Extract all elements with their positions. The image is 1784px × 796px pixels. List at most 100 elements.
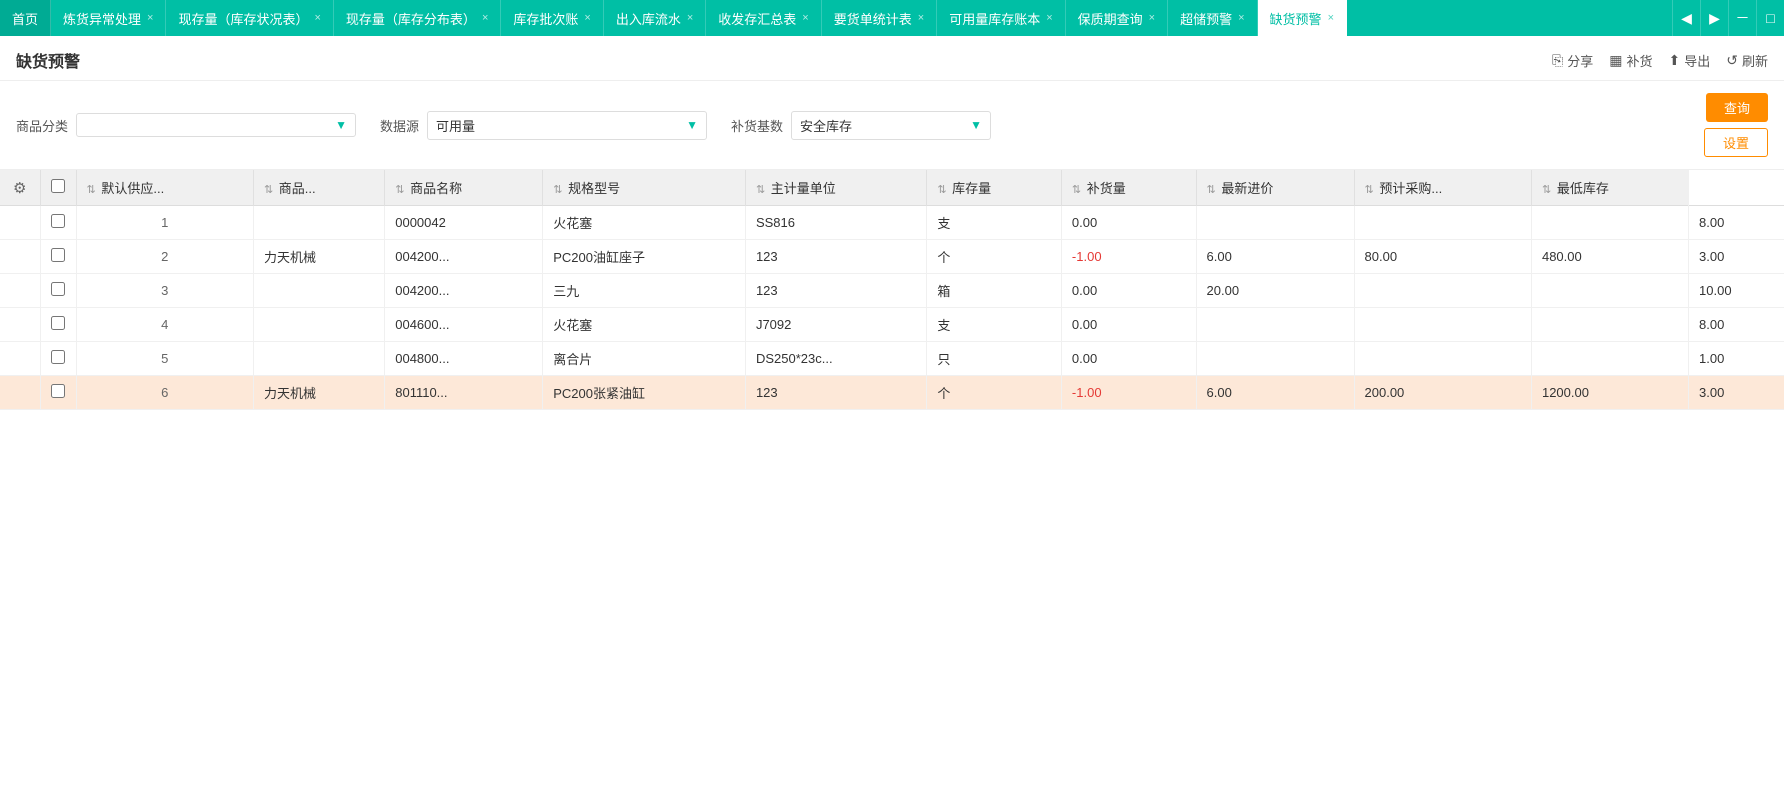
th-latest-price-label: 最新进价 [1221, 181, 1273, 196]
nav-minimize-btn[interactable]: － [1728, 0, 1756, 36]
select-all-checkbox[interactable] [51, 179, 65, 193]
header-actions: ⎘ 分享 ▦ 补货 ⬆ 导出 ↺ 刷新 [1552, 51, 1768, 70]
row-gear-cell [0, 342, 40, 376]
row-cb-cell [40, 274, 76, 308]
stock-sort-icon[interactable]: ⇅ [937, 184, 946, 196]
row-num-3: 4 [76, 308, 253, 342]
row-spec-3: J7092 [745, 308, 926, 342]
supplier-sort-icon[interactable]: ⇅ [87, 184, 96, 196]
export-label: 导出 [1684, 51, 1710, 70]
th-restock: ⇅ 补货量 [1061, 170, 1196, 206]
nav-item-lianhuo[interactable]: 炼货异常处理 × [51, 0, 166, 36]
nav-close-shoufacun[interactable]: × [802, 12, 808, 24]
restock-base-select[interactable]: 安全库存 ▼ [791, 111, 991, 140]
nav-item-quehuo[interactable]: 缺货预警 × [1258, 0, 1347, 36]
est-purchase-sort-icon[interactable]: ⇅ [1365, 184, 1374, 196]
row-cb-cell [40, 376, 76, 410]
th-latest-price: ⇅ 最新进价 [1196, 170, 1354, 206]
nav-item-home[interactable]: 首页 [0, 0, 51, 36]
nav-item-chaochuyujing-label: 超储预警 [1180, 9, 1232, 28]
category-chevron-icon: ▼ [335, 118, 347, 132]
nav-item-baozhi[interactable]: 保质期查询 × [1066, 0, 1168, 36]
nav-item-liushui[interactable]: 出入库流水 × [604, 0, 706, 36]
nav-item-xiancunliang1-label: 现存量（库存状况表） [178, 9, 308, 28]
table-row: 1 0000042 火花塞 SS816 支 0.00 8.00 [0, 206, 1784, 240]
filter-actions: 查询 设置 [1704, 93, 1768, 157]
unit-sort-icon[interactable]: ⇅ [756, 184, 765, 196]
row-spec-1: 123 [745, 240, 926, 274]
th-supplier-label: 默认供应... [101, 181, 164, 196]
product-code-sort-icon[interactable]: ⇅ [264, 184, 273, 196]
nav-close-yaohuo[interactable]: × [918, 12, 924, 24]
nav-close-kucun[interactable]: × [584, 12, 590, 24]
row-gear-cell [0, 240, 40, 274]
product-name-sort-icon[interactable]: ⇅ [395, 184, 404, 196]
row-latest-price-5: 200.00 [1354, 376, 1531, 410]
row-checkbox-2[interactable] [51, 282, 65, 296]
th-stock: ⇅ 库存量 [927, 170, 1062, 206]
latest-price-sort-icon[interactable]: ⇅ [1207, 184, 1216, 196]
nav-item-baozhi-label: 保质期查询 [1078, 9, 1143, 28]
query-btn[interactable]: 查询 [1706, 93, 1768, 122]
nav-close-lianhuo[interactable]: × [147, 12, 153, 24]
min-stock-sort-icon[interactable]: ⇅ [1542, 184, 1551, 196]
row-min-stock-3: 8.00 [1689, 308, 1784, 342]
nav-item-xiancunliang2[interactable]: 现存量（库存分布表） × [334, 0, 501, 36]
table-row: 6 力天机械 801110... PC200张紧油缸 123 个 -1.00 6… [0, 376, 1784, 410]
row-spec-4: DS250*23c... [745, 342, 926, 376]
nav-close-xiancunliang2[interactable]: × [482, 12, 488, 24]
nav-item-keyongliang[interactable]: 可用量库存账本 × [937, 0, 1065, 36]
datasource-select[interactable]: 可用量 ▼ [427, 111, 707, 140]
category-select[interactable]: ▼ [76, 113, 356, 137]
row-restock-5: 6.00 [1196, 376, 1354, 410]
restock-base-value: 安全库存 [800, 116, 852, 135]
row-supplier-5: 力天机械 [253, 376, 384, 410]
row-checkbox-0[interactable] [51, 214, 65, 228]
row-checkbox-1[interactable] [51, 248, 65, 262]
nav-close-liushui[interactable]: × [687, 12, 693, 24]
settings-btn[interactable]: 设置 [1704, 128, 1768, 157]
row-stock-3: 0.00 [1061, 308, 1196, 342]
nav-close-quehuo[interactable]: × [1328, 12, 1334, 24]
row-supplier-1: 力天机械 [253, 240, 384, 274]
nav-item-xiancunliang1[interactable]: 现存量（库存状况表） × [166, 0, 333, 36]
nav-item-liushui-label: 出入库流水 [616, 9, 681, 28]
row-checkbox-3[interactable] [51, 316, 65, 330]
row-unit-4: 只 [927, 342, 1062, 376]
nav-next-btn[interactable]: ▶ [1700, 0, 1728, 36]
settings-gear-icon[interactable]: ⚙ [13, 180, 26, 197]
restock-base-chevron-icon: ▼ [970, 118, 982, 132]
row-product-code-1: 004200... [385, 240, 543, 274]
nav-close-chaochuyujing[interactable]: × [1238, 12, 1244, 24]
row-est-purchase-3 [1531, 308, 1688, 342]
row-unit-0: 支 [927, 206, 1062, 240]
share-btn[interactable]: ⎘ 分享 [1552, 51, 1593, 70]
row-num-0: 1 [76, 206, 253, 240]
nav-maximize-btn[interactable]: □ [1756, 0, 1784, 36]
nav-close-keyongliang[interactable]: × [1046, 12, 1052, 24]
nav-close-xiancunliang1[interactable]: × [314, 12, 320, 24]
row-restock-3 [1196, 308, 1354, 342]
row-unit-2: 箱 [927, 274, 1062, 308]
row-checkbox-4[interactable] [51, 350, 65, 364]
th-est-purchase: ⇅ 预计采购... [1354, 170, 1531, 206]
export-btn[interactable]: ⬆ 导出 [1669, 51, 1711, 70]
nav-item-kucun[interactable]: 库存批次账 × [501, 0, 603, 36]
spec-sort-icon[interactable]: ⇅ [553, 184, 562, 196]
th-est-purchase-label: 预计采购... [1379, 181, 1442, 196]
row-est-purchase-4 [1531, 342, 1688, 376]
row-checkbox-5[interactable] [51, 384, 65, 398]
nav-item-chaochuyujing[interactable]: 超储预警 × [1168, 0, 1257, 36]
row-restock-1: 6.00 [1196, 240, 1354, 274]
nav-item-lianhuo-label: 炼货异常处理 [63, 9, 141, 28]
nav-prev-btn[interactable]: ◀ [1672, 0, 1700, 36]
row-unit-1: 个 [927, 240, 1062, 274]
nav-close-baozhi[interactable]: × [1149, 12, 1155, 24]
refresh-btn[interactable]: ↺ 刷新 [1726, 51, 1768, 70]
restock-sort-icon[interactable]: ⇅ [1072, 184, 1081, 196]
restock-btn[interactable]: ▦ 补货 [1609, 51, 1652, 70]
row-spec-0: SS816 [745, 206, 926, 240]
nav-item-yaohuo[interactable]: 要货单统计表 × [822, 0, 937, 36]
nav-item-shoufacun[interactable]: 收发存汇总表 × [706, 0, 821, 36]
row-product-code-3: 004600... [385, 308, 543, 342]
